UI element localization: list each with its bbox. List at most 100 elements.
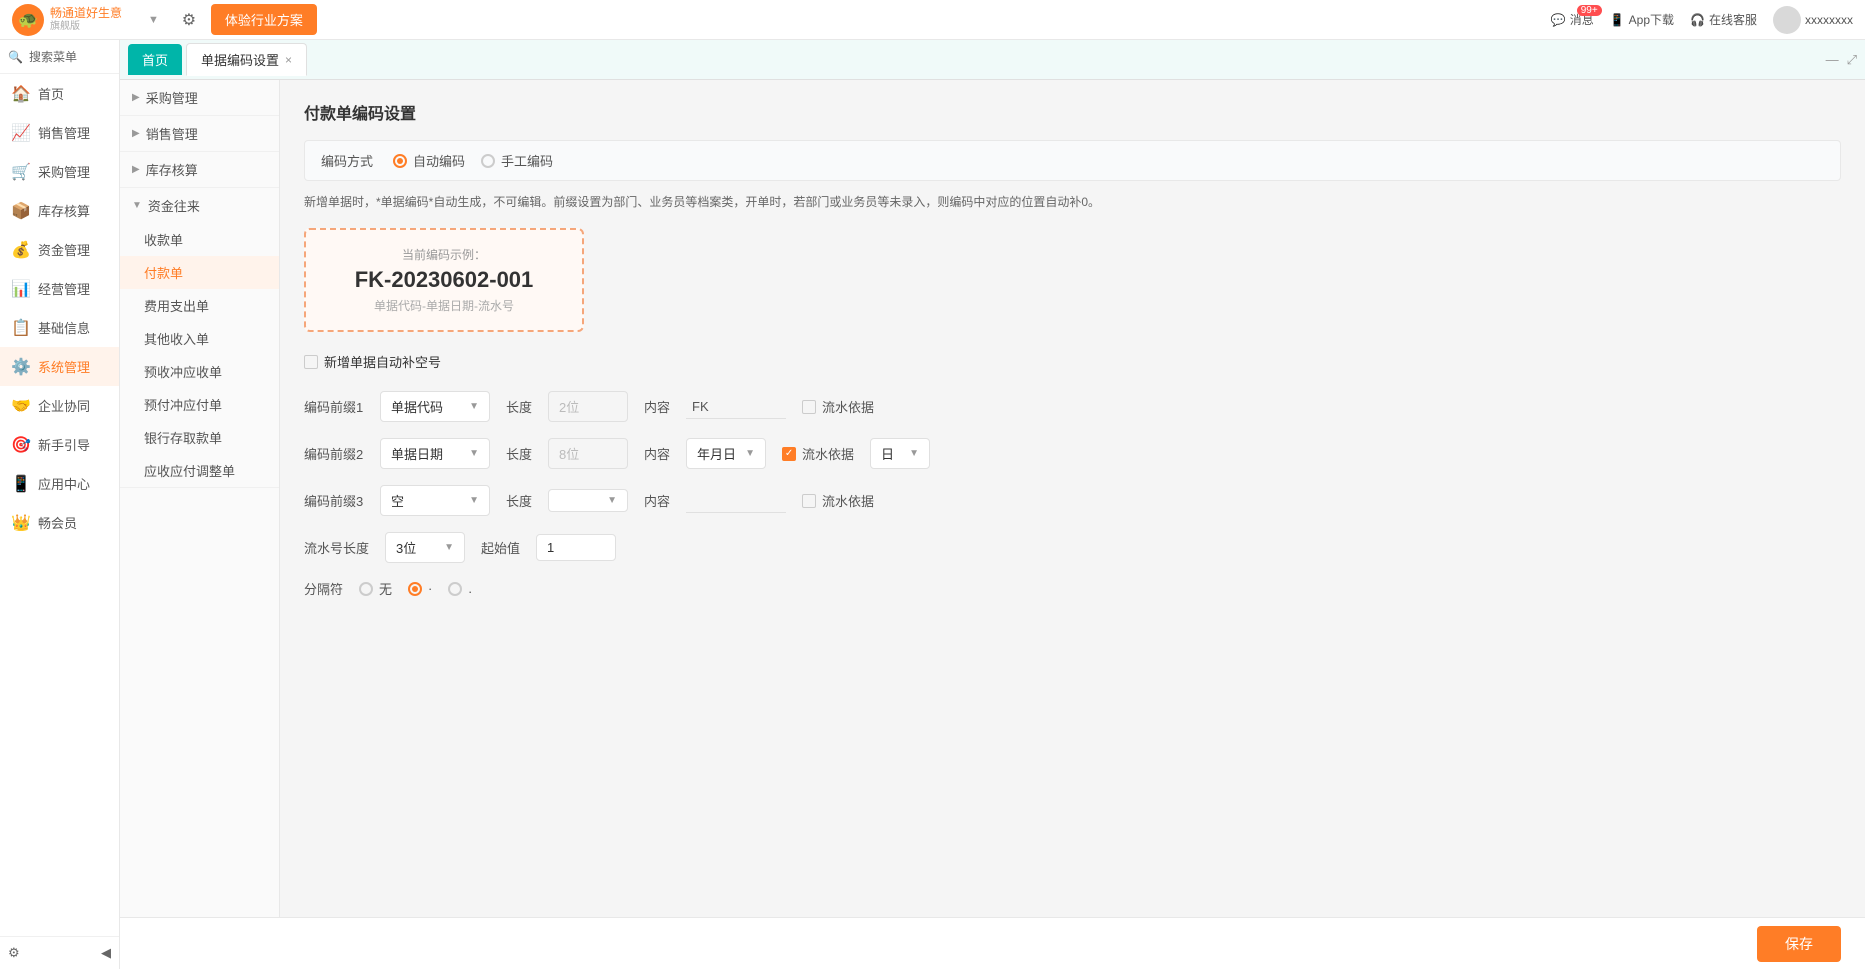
manual-encode-radio[interactable]: 手工编码 [481,151,553,170]
sep-none-option[interactable]: 无 [359,579,392,598]
settings-icon[interactable]: ⚙ [175,6,203,34]
main-layout: 🔍 搜索菜单 🏠 首页 📈 销售管理 🛒 采购管理 📦 库存核算 💰 资金管理 … [0,40,1865,969]
content1-input[interactable] [686,395,786,419]
auto-fill-checkbox[interactable] [304,355,318,369]
sidebar-settings-icon[interactable]: ⚙ [8,945,20,961]
app-logo: 🐢 畅通道好生意 旗舰版 [12,4,132,36]
sidebar-item-operation[interactable]: 📊 经营管理 [0,269,119,308]
sidebar-item-finance[interactable]: 💰 资金管理 [0,230,119,269]
sidebar-collapse-icon[interactable]: ◀ [101,945,111,961]
page-title: 付款单编码设置 [304,100,1841,124]
prefix1-row: 编码前缀1 单据代码 ▼ 长度 2位 内容 流水依据 [304,391,1841,422]
sub-menu-expense[interactable]: 费用支出单 [120,289,279,322]
serial2-period-select[interactable]: 日 ▼ [870,438,930,469]
sidebar-item-member[interactable]: 👑 畅会员 [0,503,119,542]
serial1-cb[interactable] [802,400,816,414]
online-service-button[interactable]: 🎧 在线客服 [1690,11,1757,28]
tab-actions: — ⤢ [1826,52,1857,68]
sub-menu-purchase-header[interactable]: ▶ 采购管理 [120,80,279,115]
guide-icon: 🎯 [12,436,30,454]
auto-fill-row: 新增单据自动补空号 [304,352,1841,371]
member-icon: 👑 [12,514,30,532]
serial-length-select[interactable]: 3位 ▼ [385,532,465,563]
prefix2-row: 编码前缀2 单据日期 ▼ 长度 8位 内容 年月日 ▼ ✓ [304,438,1841,469]
sub-menu-sales: ▶ 销售管理 [120,116,279,152]
purchase-icon: 🛒 [12,163,30,181]
sidebar-item-sales[interactable]: 📈 销售管理 [0,113,119,152]
tab-bar: 首页 单据编码设置 × — ⤢ [120,40,1865,80]
sidebar-item-guide[interactable]: 🎯 新手引导 [0,425,119,464]
topbar-right: 💬 消息 99+ 📱 App下载 🎧 在线客服 xxxxxxxx [1551,6,1853,34]
sidebar-item-enterprise[interactable]: 🤝 企业协同 [0,386,119,425]
sub-menu-receipt[interactable]: 收款单 [120,223,279,256]
serial-length-label: 流水号长度 [304,538,369,557]
trial-button[interactable]: 体验行业方案 [211,4,317,35]
tab-minimize-icon[interactable]: — [1826,52,1839,67]
user-avatar[interactable]: xxxxxxxx [1773,6,1853,34]
tab-home[interactable]: 首页 [128,44,182,75]
length3-arrow: ▼ [607,495,617,506]
sep-none-dot [359,582,373,596]
preview-sub: 单据代码-单据日期-流水号 [326,297,562,314]
tab-encoding-settings[interactable]: 单据编码设置 × [186,43,307,76]
sep-dot-option[interactable]: · [408,581,432,596]
topbar-dropdown[interactable]: ▼ [140,10,167,30]
length1-select: 2位 [548,391,628,422]
sub-menu-bank-deposit[interactable]: 银行存取款单 [120,421,279,454]
sidebar-item-system[interactable]: ⚙️ 系统管理 [0,347,119,386]
basic-icon: 📋 [12,319,30,337]
sidebar-item-basic[interactable]: 📋 基础信息 [0,308,119,347]
serial2-checkbox[interactable]: ✓ 流水依据 [782,444,854,463]
prefix1-label: 编码前缀1 [304,397,364,416]
home-icon: 🏠 [12,85,30,103]
serial1-checkbox[interactable]: 流水依据 [802,397,874,416]
operation-icon: 📊 [12,280,30,298]
length3-select[interactable]: ▼ [548,489,628,512]
save-button[interactable]: 保存 [1757,926,1841,962]
sidebar-item-app-center[interactable]: 📱 应用中心 [0,464,119,503]
preview-code: FK-20230602-001 [326,267,562,293]
sidebar-item-inventory[interactable]: 📦 库存核算 [0,191,119,230]
logo-text: 畅通道好生意 旗舰版 [50,6,122,32]
sub-sidebar: ▶ 采购管理 ▶ 销售管理 ▶ 库存核算 [120,80,280,917]
tab-close-icon[interactable]: × [285,53,292,67]
finance-icon: 💰 [12,241,30,259]
prefix3-select[interactable]: 空 ▼ [380,485,490,516]
sub-menu-ar-ap-adjust[interactable]: 应收应付调整单 [120,454,279,487]
tab-expand-icon[interactable]: ⤢ [1847,52,1857,68]
serial-length-arrow: ▼ [444,542,454,553]
sub-menu-other-income[interactable]: 其他收入单 [120,322,279,355]
sub-menu-payment[interactable]: 付款单 [120,256,279,289]
sub-menu-capital-header[interactable]: ▼ 资金往来 [120,188,279,223]
content2-select[interactable]: 年月日 ▼ [686,438,766,469]
sep-dash-dot [448,582,462,596]
auto-encode-radio[interactable]: 自动编码 [393,151,465,170]
topbar: 🐢 畅通道好生意 旗舰版 ▼ ⚙ 体验行业方案 💬 消息 99+ 📱 App下载… [0,0,1865,40]
radio-group: 自动编码 手工编码 [393,151,553,170]
start-value-input[interactable] [536,534,616,561]
length2-select: 8位 [548,438,628,469]
prefix2-select[interactable]: 单据日期 ▼ [380,438,490,469]
right-panel: 首页 单据编码设置 × — ⤢ ▶ 采购管理 [120,40,1865,969]
sub-menu-inventory-header[interactable]: ▶ 库存核算 [120,152,279,187]
sidebar-item-purchase[interactable]: 🛒 采购管理 [0,152,119,191]
app-download-button[interactable]: 📱 App下载 [1610,11,1674,28]
inventory-icon: 📦 [12,202,30,220]
serial3-checkbox[interactable]: 流水依据 [802,491,874,510]
serial3-cb[interactable] [802,494,816,508]
prefix3-row: 编码前缀3 空 ▼ 长度 ▼ 内容 流水依据 [304,485,1841,516]
sidebar-item-home[interactable]: 🏠 首页 [0,74,119,113]
prefix2-label: 编码前缀2 [304,444,364,463]
sub-menu-prepay-payable[interactable]: 预付冲应付单 [120,388,279,421]
sales-icon: 📈 [12,124,30,142]
prefix1-select[interactable]: 单据代码 ▼ [380,391,490,422]
sep-dash-option[interactable]: . [448,581,472,596]
message-button[interactable]: 💬 消息 99+ [1551,11,1594,28]
serial2-cb-checked[interactable]: ✓ [782,447,796,461]
sub-menu-prepay-receivable[interactable]: 预收冲应收单 [120,355,279,388]
content3-input[interactable] [686,489,786,513]
sub-menu-sales-header[interactable]: ▶ 销售管理 [120,116,279,151]
prefix2-arrow: ▼ [469,448,479,459]
search-menu[interactable]: 🔍 搜索菜单 [0,40,119,74]
prefix1-arrow: ▼ [469,401,479,412]
